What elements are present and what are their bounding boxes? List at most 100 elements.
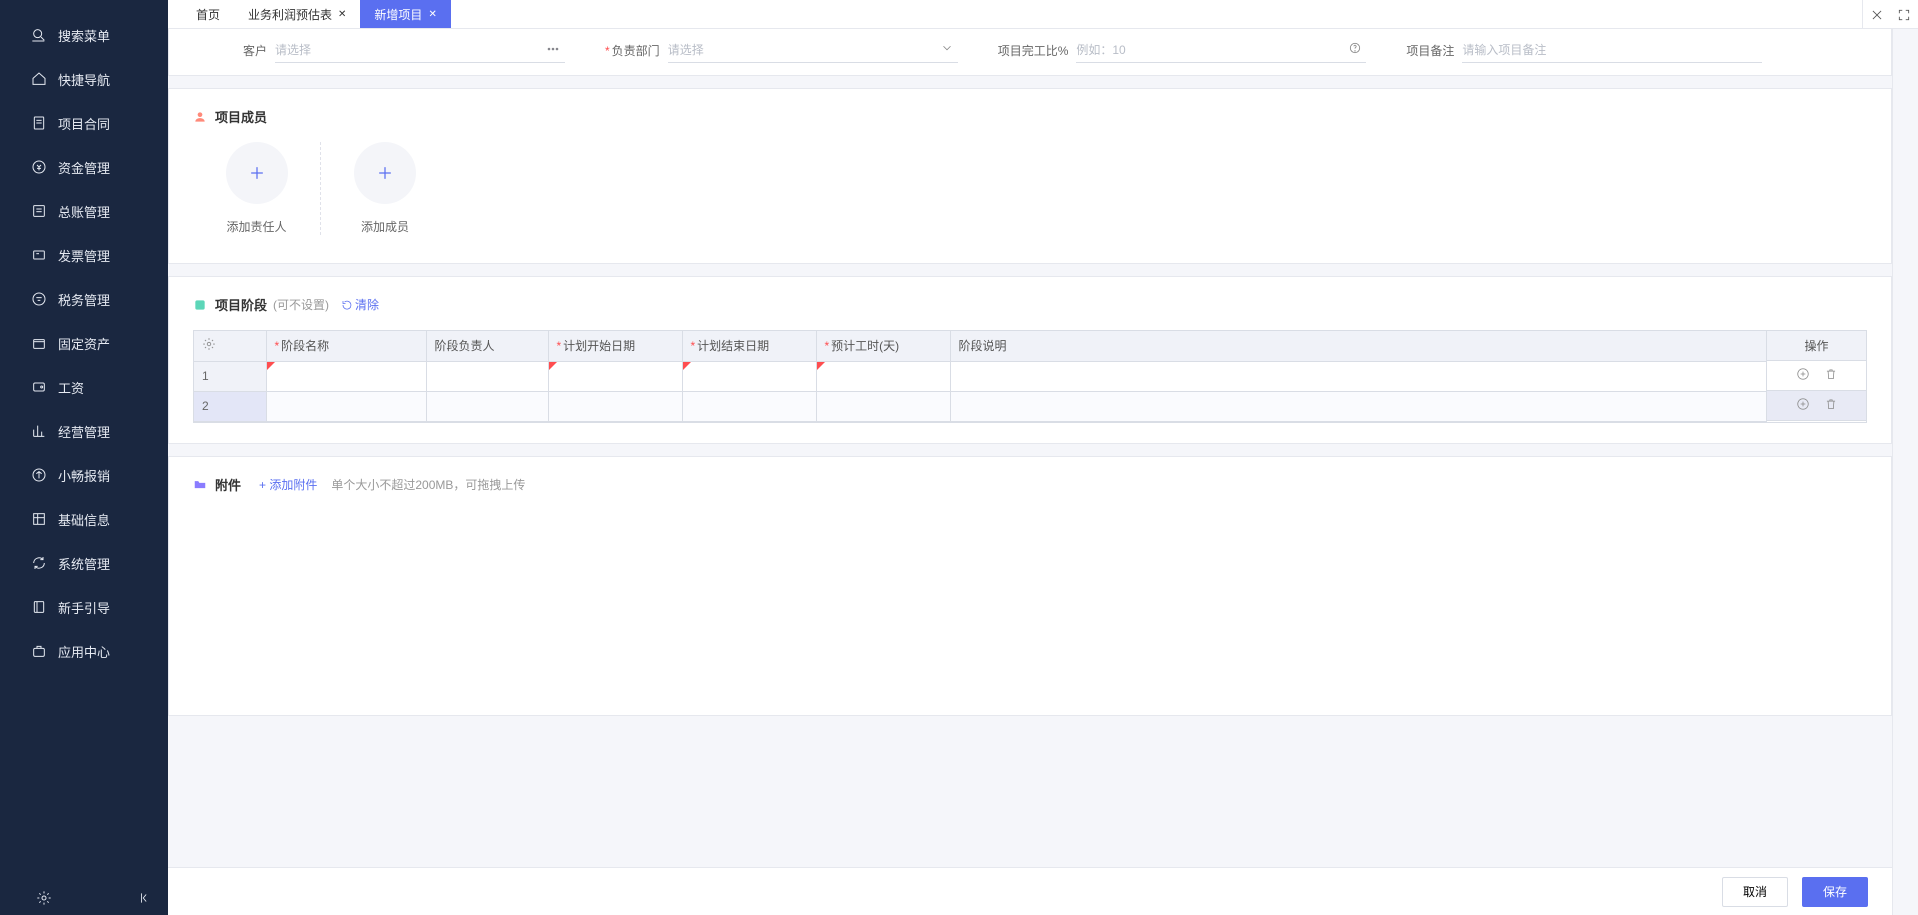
col-op: 操作 — [1767, 331, 1866, 361]
sidebar-item-tax[interactable]: 税务管理 — [0, 277, 168, 321]
footer: 取消 保存 — [168, 867, 1892, 915]
list-icon — [30, 202, 48, 220]
stage-icon — [193, 298, 207, 312]
sidebar-item-label: 项目合同 — [58, 114, 110, 133]
sidebar-item-salary[interactable]: 工资 — [0, 365, 168, 409]
col-start: *计划开始日期 — [548, 331, 682, 361]
sidebar-item-invoice[interactable]: 发票管理 — [0, 233, 168, 277]
collapse-icon[interactable] — [136, 891, 154, 908]
sidebar-item-system[interactable]: 系统管理 — [0, 541, 168, 585]
sidebar-item-label: 应用中心 — [58, 642, 110, 661]
table-icon — [30, 510, 48, 528]
cancel-button[interactable]: 取消 — [1722, 877, 1788, 907]
sidebar-item-label: 税务管理 — [58, 290, 110, 309]
chart-icon — [30, 422, 48, 440]
cell-name[interactable] — [266, 361, 426, 391]
close-panel-icon[interactable] — [1862, 0, 1890, 29]
scrollbar-track[interactable] — [1892, 29, 1918, 915]
folder-icon — [193, 477, 207, 491]
sidebar-item-label: 系统管理 — [58, 554, 110, 573]
dept-label: 负责部门 — [612, 44, 660, 58]
add-owner-button[interactable] — [226, 142, 288, 204]
ticket-icon — [30, 246, 48, 264]
page-content: 客户 *负责部门 项目完工比% 项目备注 — [168, 29, 1892, 915]
sidebar-item-label: 基础信息 — [58, 510, 110, 529]
row-index: 1 — [194, 361, 266, 391]
sidebar-item-fund[interactable]: 资金管理 — [0, 145, 168, 189]
clear-button[interactable]: 清除 — [341, 296, 379, 313]
app-icon — [30, 642, 48, 660]
tab-label: 首页 — [196, 6, 220, 23]
sidebar-item-appcenter[interactable]: 应用中心 — [0, 629, 168, 673]
sidebar-item-quicknav[interactable]: 快捷导航 — [0, 57, 168, 101]
chevron-down-icon[interactable] — [940, 41, 954, 58]
sidebar-item-label: 搜索菜单 — [58, 26, 110, 45]
section-attachments: 附件 + 添加附件 单个大小不超过200MB，可拖拽上传 — [168, 456, 1892, 716]
col-desc: 阶段说明 — [950, 331, 1766, 361]
tab-new-project[interactable]: 新增项目 ✕ — [360, 0, 450, 28]
sidebar-item-label: 经营管理 — [58, 422, 110, 441]
sidebar-item-search[interactable]: 搜索菜单 — [0, 13, 168, 57]
attachment-tip: 单个大小不超过200MB，可拖拽上传 — [331, 476, 525, 493]
expense-icon — [30, 466, 48, 484]
cell-hours[interactable] — [816, 361, 950, 391]
cell-owner[interactable] — [426, 361, 548, 391]
form-strip: 客户 *负责部门 项目完工比% 项目备注 — [168, 29, 1892, 76]
tab-home[interactable]: 首页 — [182, 0, 234, 28]
sidebar-item-guide[interactable]: 新手引导 — [0, 585, 168, 629]
dept-select[interactable] — [668, 37, 958, 63]
sidebar-item-expense[interactable]: 小畅报销 — [0, 453, 168, 497]
sidebar-item-label: 发票管理 — [58, 246, 110, 265]
sidebar-item-label: 固定资产 — [58, 334, 110, 353]
delete-row-icon[interactable] — [1824, 397, 1838, 414]
settings-icon[interactable] — [36, 890, 52, 909]
cell-name[interactable] — [266, 391, 426, 421]
add-row-icon[interactable] — [1796, 367, 1810, 384]
help-icon[interactable] — [1348, 41, 1362, 58]
cell-hours[interactable] — [816, 391, 950, 421]
cell-start[interactable] — [548, 391, 682, 421]
customer-input[interactable] — [275, 37, 565, 63]
sidebar-item-contract[interactable]: 项目合同 — [0, 101, 168, 145]
sidebar-item-business[interactable]: 经营管理 — [0, 409, 168, 453]
sidebar: 搜索菜单 快捷导航 项目合同 资金管理 总账管理 发票管理 税务管理 固定资产 — [0, 0, 168, 915]
sidebar-item-asset[interactable]: 固定资产 — [0, 321, 168, 365]
col-gear[interactable] — [194, 331, 266, 361]
wallet-icon — [30, 378, 48, 396]
remark-label: 项目备注 — [1406, 42, 1462, 59]
save-button[interactable]: 保存 — [1802, 877, 1868, 907]
section-stages: 项目阶段 (可不设置) 清除 *阶段名称 阶段负责人 *计划开始日期 *计划结束… — [168, 276, 1892, 444]
add-row-icon[interactable] — [1796, 397, 1810, 414]
sidebar-item-basic[interactable]: 基础信息 — [0, 497, 168, 541]
cell-start[interactable] — [548, 361, 682, 391]
tab-bar: 首页 业务利润预估表✕ 新增项目 ✕ — [168, 0, 1918, 29]
search-icon — [30, 26, 48, 44]
sidebar-item-label: 新手引导 — [58, 598, 110, 617]
cell-end[interactable] — [682, 361, 816, 391]
cell-desc[interactable] — [950, 391, 1766, 421]
tab-profit-estimate[interactable]: 业务利润预估表✕ — [234, 0, 360, 28]
money-icon — [30, 158, 48, 176]
tab-label: 新增项目 — [374, 6, 422, 23]
close-icon[interactable]: ✕ — [428, 9, 436, 20]
stage-note: (可不设置) — [273, 296, 329, 313]
close-icon[interactable]: ✕ — [338, 9, 346, 20]
sidebar-item-label: 小畅报销 — [58, 466, 110, 485]
table-row[interactable]: 2 — [194, 391, 1766, 421]
remark-input[interactable] — [1462, 37, 1762, 63]
complete-input[interactable] — [1076, 37, 1366, 63]
cell-end[interactable] — [682, 391, 816, 421]
user-icon — [193, 110, 207, 124]
add-member-button[interactable] — [354, 142, 416, 204]
fullscreen-icon[interactable] — [1890, 0, 1918, 29]
add-attachment-button[interactable]: + 添加附件 — [259, 476, 317, 493]
cell-desc[interactable] — [950, 361, 1766, 391]
delete-row-icon[interactable] — [1824, 367, 1838, 384]
more-icon[interactable] — [545, 41, 561, 60]
cell-owner[interactable] — [426, 391, 548, 421]
col-owner: 阶段负责人 — [426, 331, 548, 361]
sidebar-item-ledger[interactable]: 总账管理 — [0, 189, 168, 233]
tax-icon — [30, 290, 48, 308]
complete-label: 项目完工比% — [998, 42, 1077, 59]
table-row[interactable]: 1 — [194, 361, 1766, 391]
